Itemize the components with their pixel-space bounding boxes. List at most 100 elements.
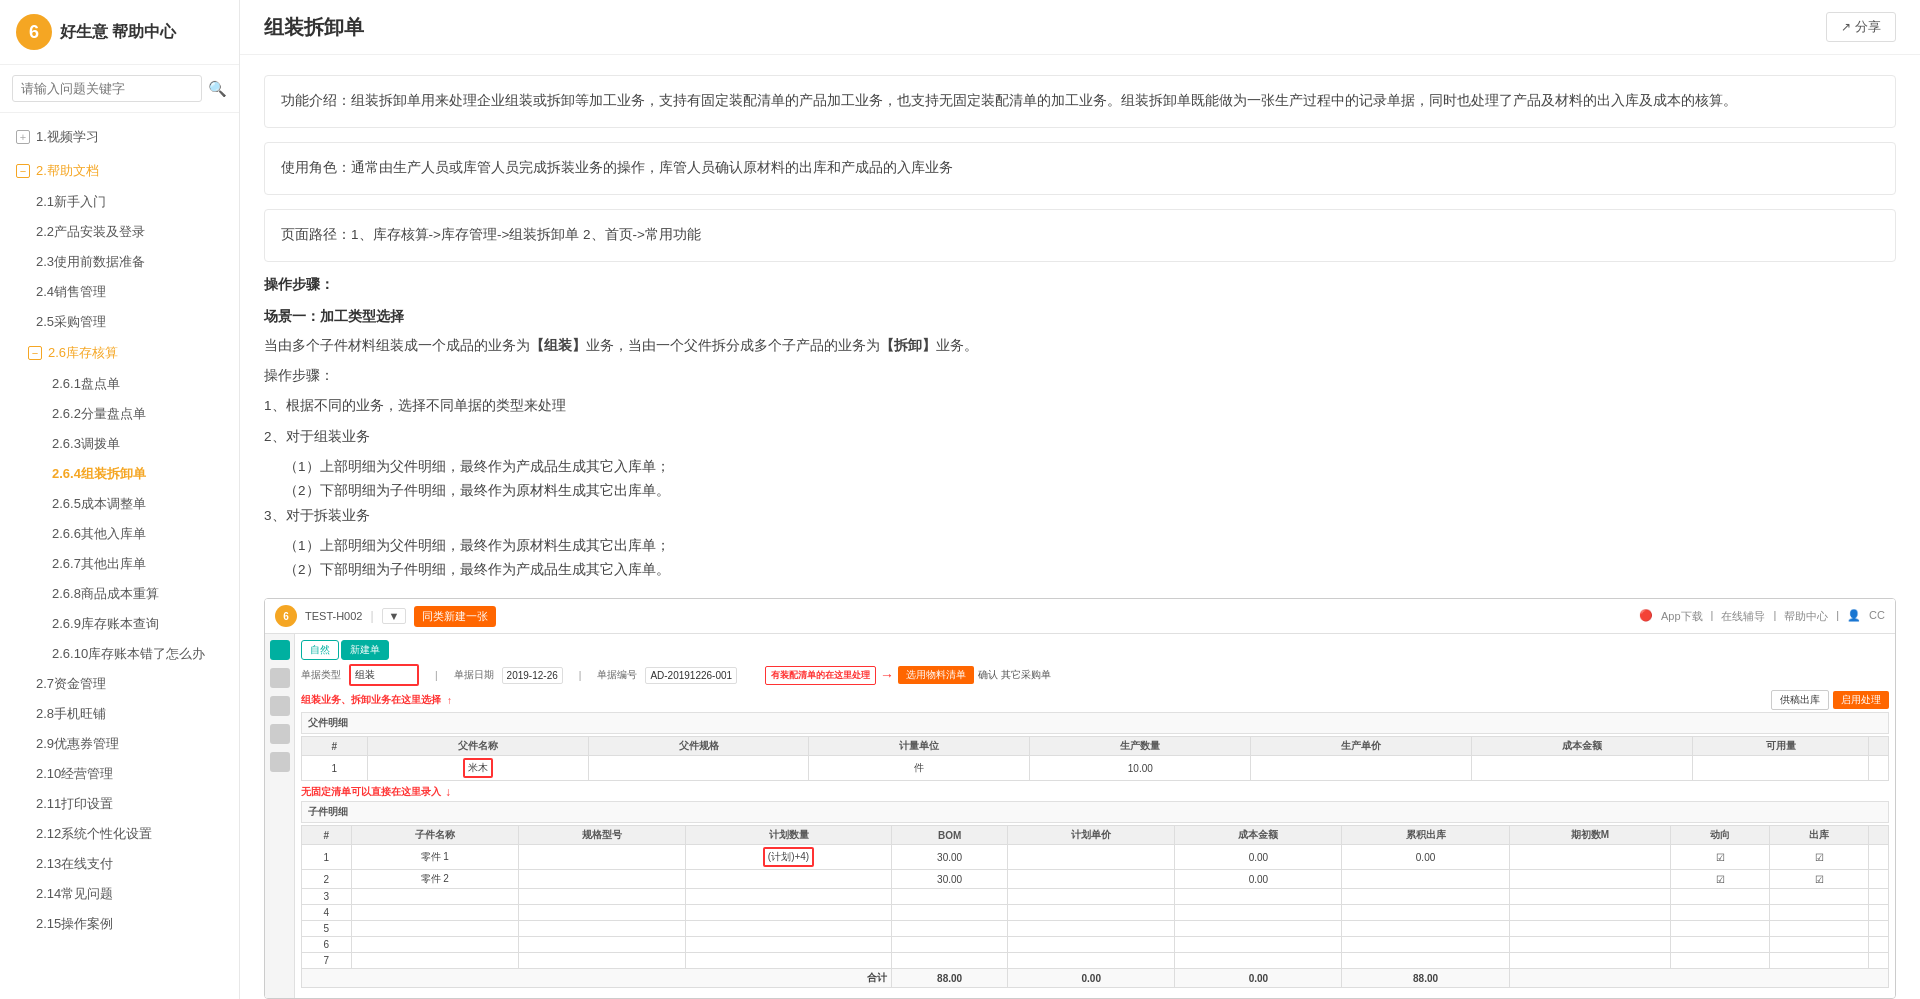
mock-child-row-7: 7 [302,953,1889,969]
nav-label-docs: 2.帮助文档 [36,162,99,180]
search-input[interactable] [12,75,202,102]
mock-tabs-row: 自然 新建单 [301,640,1889,660]
search-icon[interactable]: 🔍 [208,80,227,98]
nav-group-docs: − 2.帮助文档 2.1新手入门 2.2产品安装及登录 2.3使用前数据准备 2… [0,155,239,939]
mock-app-id: TEST-H002 [305,610,362,622]
nav-item-2-6-8[interactable]: 2.6.8商品成本重算 [0,579,239,609]
share-label: 分享 [1855,18,1881,36]
nav-item-2-6-9[interactable]: 2.6.9库存账本查询 [0,609,239,639]
nav-label-inventory: 2.6库存核算 [48,344,118,362]
nav-item-2-6-5[interactable]: 2.6.5成本调整单 [0,489,239,519]
mock-parent-col-8 [1869,737,1889,756]
nav-item-videos[interactable]: + 1.视频学习 [0,121,239,153]
mock-parent-col-6: 成本金额 [1472,737,1693,756]
share-button[interactable]: ↗ 分享 [1826,12,1896,42]
page-title: 组装拆卸单 [264,14,364,41]
search-area: 🔍 [0,65,239,113]
mock-type-value: 组装 [349,664,419,686]
mock-process-btn[interactable]: 启用处理 [1833,691,1889,709]
mock-child-col-5: 计划单价 [1008,826,1175,845]
nav-item-inventory[interactable]: − 2.6库存核算 [0,337,239,369]
nav-item-2-6-6[interactable]: 2.6.6其他入库单 [0,519,239,549]
nav-item-2-6-3[interactable]: 2.6.3调拨单 [0,429,239,459]
mock-dropdown: ▼ [382,608,407,624]
mock-form-row-1: 单据类型 组装 | 单据日期 2019-12-26 | 单据编号 AD-2019… [301,664,1889,686]
main-content: 组装拆卸单 ↗ 分享 功能介绍：组装拆卸单用来处理企业组装或拆卸等加工业务，支持… [240,0,1920,999]
mock-child-row-6: 6 [302,937,1889,953]
screenshot-container: 6 TEST-H002 | ▼ 同类新建一张 🔴App下载|在线辅导|帮助中心|… [264,598,1896,999]
annotation-1: 有装配清单的在这里处理 [765,666,876,685]
nav-label-videos: 1.视频学习 [36,128,99,146]
mock-table-footer: 合计 88.00 0.00 0.00 88.00 [302,969,1889,988]
mock-select-bom-btn[interactable]: 选用物料清单 [898,666,974,684]
nav-item-install[interactable]: 2.2产品安装及登录 [0,217,239,247]
mock-child-col-7: 累积出库 [1342,826,1509,845]
mock-child-row-2: 2 零件 2 30.00 0.00 [302,870,1889,889]
arrow-5: ↓ [445,785,451,799]
mock-nav-icon-5 [270,752,290,772]
mock-nav-icon-1 [270,640,290,660]
mock-nav-icon-3 [270,696,290,716]
nav-item-ops[interactable]: 2.10经营管理 [0,759,239,789]
nav-item-pay[interactable]: 2.13在线支付 [0,849,239,879]
nav-item-new-user[interactable]: 2.1新手入门 [0,187,239,217]
mock-child-qty-highlight: (计划)+4) [763,847,814,867]
nav-item-2-6-2[interactable]: 2.6.2分量盘点单 [0,399,239,429]
nav-item-cases[interactable]: 2.15操作案例 [0,909,239,939]
mock-child-col-9: 动向 [1671,826,1770,845]
nav-item-coupon[interactable]: 2.9优惠券管理 [0,729,239,759]
mock-type-label: 单据类型 [301,668,341,682]
mock-left-nav [265,634,295,998]
share-icon: ↗ [1841,20,1851,34]
top-bar: 组装拆卸单 ↗ 分享 [240,0,1920,55]
nav-item-docs[interactable]: − 2.帮助文档 [0,155,239,187]
mock-tab-natural[interactable]: 自然 [301,640,339,660]
app-name: 好生意 帮助中心 [60,22,176,43]
step2: 2、对于组装业务 [264,425,1896,449]
nav-item-purchase[interactable]: 2.5采购管理 [0,307,239,337]
mock-tab-new[interactable]: 新建单 [341,640,389,660]
mock-parent-col-5: 生产单价 [1251,737,1472,756]
arrow-up-3: ↑ [447,695,452,706]
mock-annotation-5-row: 无固定清单可以直接在这里录入 ↓ [301,785,1889,799]
nav-item-mobile[interactable]: 2.8手机旺铺 [0,699,239,729]
nav-item-print[interactable]: 2.11打印设置 [0,789,239,819]
step1: 1、根据不同的业务，选择不同单据的类型来处理 [264,394,1896,418]
mock-child-header: 子件明细 [301,801,1889,823]
step3-2: （2）下部明细为子件明细，最终作为产成品生成其它入库单。 [284,558,1896,582]
step2-1: （1）上部明细为父件明细，最终作为产成品生成其它入库单； [284,455,1896,479]
nav-item-sales[interactable]: 2.4销售管理 [0,277,239,307]
step3-1: （1）上部明细为父件明细，最终作为原材料生成其它出库单； [284,534,1896,558]
mock-parent-col-3: 计量单位 [809,737,1030,756]
mock-form-content: 自然 新建单 单据类型 组装 | 单据日期 [295,634,1895,998]
nav-item-faq[interactable]: 2.14常见问题 [0,879,239,909]
nav-item-custom[interactable]: 2.12系统个性化设置 [0,819,239,849]
nav-item-finance[interactable]: 2.7资金管理 [0,669,239,699]
mock-parent-col-4: 生产数量 [1030,737,1251,756]
nav-item-2-6-10[interactable]: 2.6.10库存账本错了怎么办 [0,639,239,669]
nav-item-data-prep[interactable]: 2.3使用前数据准备 [0,247,239,277]
mock-child-col-4: BOM [892,826,1008,845]
role-text: 使用角色：通常由生产人员或库管人员完成拆装业务的操作，库管人员确认原材料的出库和… [281,160,953,175]
nav-item-2-6-7[interactable]: 2.6.7其他出库单 [0,549,239,579]
nav-item-2-6-4[interactable]: 2.6.4组装拆卸单 [0,459,239,489]
mock-new-btn[interactable]: 同类新建一张 [414,606,496,627]
mock-child-row-1: 1 零件 1 (计划)+4) 30.00 0.00 0.00 [302,845,1889,870]
nav-area: + 1.视频学习 − 2.帮助文档 2.1新手入门 2.2产品安装及登录 2.3… [0,113,239,999]
logo-area: 6 好生意 帮助中心 [0,0,239,65]
nav-item-2-6-1[interactable]: 2.6.1盘点单 [0,369,239,399]
mock-app-bar: 6 TEST-H002 | ▼ 同类新建一张 🔴App下载|在线辅导|帮助中心|… [265,599,1895,634]
mock-parent-header: 父件明细 [301,712,1889,734]
mock-child-col-11 [1869,826,1889,845]
step3-sub: （1）上部明细为父件明细，最终作为原材料生成其它出库单； （2）下部明细为子件明… [264,534,1896,583]
intro-text: 功能介绍：组装拆卸单用来处理企业组装或拆卸等加工业务，支持有固定装配清单的产品加… [281,93,1737,108]
sidebar: 6 好生意 帮助中心 🔍 + 1.视频学习 − 2.帮助文档 2.1新手入门 2… [0,0,240,999]
mock-warehouse-field: 供稿出库 [1771,690,1829,710]
content-area: 功能介绍：组装拆卸单用来处理企业组装或拆卸等加工业务，支持有固定装配清单的产品加… [240,55,1920,999]
arrow-right-1: → [880,667,894,683]
mock-child-row-3: 3 [302,889,1889,905]
mock-parent-col-1: 父件名称 [367,737,588,756]
mock-child-col-8: 期初数M [1509,826,1671,845]
annotation-5: 无固定清单可以直接在这里录入 [301,785,441,799]
step3: 3、对于拆装业务 [264,504,1896,528]
